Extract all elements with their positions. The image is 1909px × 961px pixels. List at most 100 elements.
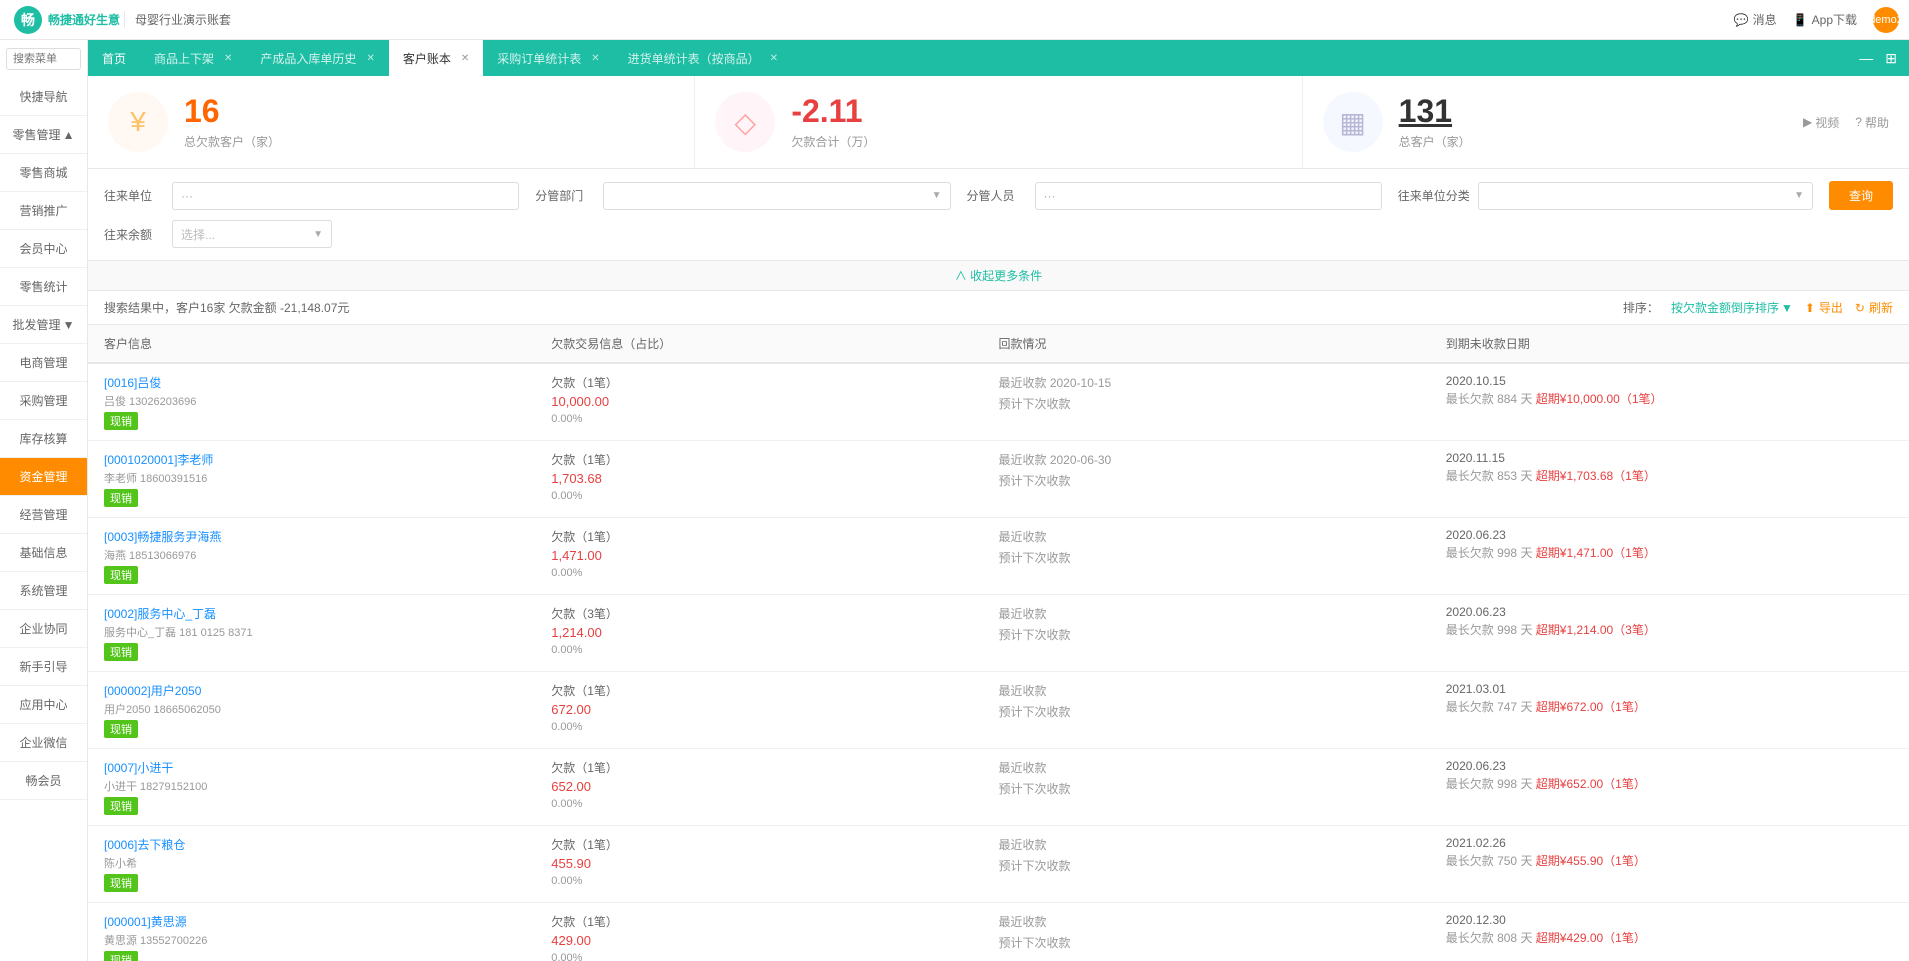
refresh-button[interactable]: ↻ 刷新	[1855, 299, 1893, 316]
debt-amount-7: 429.00	[551, 933, 998, 948]
table-row: [0002]服务中心_丁磊 服务中心_丁磊 181 0125 8371 现销 欠…	[88, 595, 1909, 672]
stat-info-1: 16 总欠款客户（家）	[184, 94, 280, 150]
customer-cell-1: [0001020001]李老师 李老师 18600391516 现销	[104, 451, 551, 507]
filter-input-manager[interactable]	[1035, 182, 1382, 210]
filter-select-unit-category[interactable]: ▼	[1478, 182, 1813, 210]
stat-icon-building: ▦	[1323, 92, 1383, 152]
tab-close-inbound[interactable]: ✕	[770, 53, 778, 64]
filter-branch-dept: 分管部门 ▼	[535, 182, 950, 210]
query-button[interactable]: 查询	[1829, 181, 1893, 210]
tab-purchase-order[interactable]: 采购订单统计表 ✕	[483, 40, 613, 76]
sidebar-item-basic-info[interactable]: 基础信息	[0, 534, 87, 572]
user-profile[interactable]: demo2	[1873, 7, 1899, 33]
content-area: 首页 商品上下架 ✕ 产成品入库单历史 ✕ 客户账本 ✕ 采购订单统计表 ✕	[88, 40, 1909, 961]
export-button[interactable]: ⬆ 导出	[1805, 299, 1843, 316]
customer-name-link-2[interactable]: [0003]畅捷服务尹海燕	[104, 530, 221, 544]
overdue-amount-link-4[interactable]: 超期¥672.00（1笔）	[1536, 700, 1646, 714]
filter-select-branch-dept[interactable]: ▼	[603, 182, 950, 210]
debt-ratio-1: 0.00%	[551, 490, 998, 502]
customer-name-link-1[interactable]: [0001020001]李老师	[104, 453, 213, 467]
collection-cell-0: 最近收款 2020-10-15 预计下次收款	[999, 374, 1446, 412]
filter-input-from-unit[interactable]	[172, 182, 519, 210]
video-link[interactable]: ▶ 视频	[1803, 114, 1839, 131]
tab-close-purchase[interactable]: ✕	[591, 53, 599, 64]
next-collection-4: 预计下次收款	[999, 703, 1446, 720]
stat-card-total-customers: ▦ 131 总客户（家） ▶ 视频 ? 帮助	[1303, 76, 1909, 168]
sidebar-item-operations[interactable]: 经营管理	[0, 496, 87, 534]
message-label: 消息	[1753, 11, 1777, 28]
sidebar-search-area	[0, 40, 87, 78]
customer-name-link-5[interactable]: [0007]小进干	[104, 761, 173, 775]
sort-select[interactable]: 按欠款金额倒序排序 ▼	[1671, 299, 1793, 316]
search-input[interactable]	[6, 48, 81, 70]
sidebar-item-enterprise[interactable]: 企业协同	[0, 610, 87, 648]
overdue-amount-link-7[interactable]: 超期¥429.00（1笔）	[1536, 931, 1646, 945]
customer-name-link-4[interactable]: [000002]用户2050	[104, 684, 201, 698]
tab-products-on-off[interactable]: 商品上下架 ✕	[140, 40, 246, 76]
overdue-amount-link-5[interactable]: 超期¥652.00（1笔）	[1536, 777, 1646, 791]
tab-product-history[interactable]: 产成品入库单历史 ✕	[246, 40, 388, 76]
debt-amount-6: 455.90	[551, 856, 998, 871]
top-bar-right: 💬 消息 📱 App下载 demo2	[1734, 7, 1899, 33]
filter-select-balance[interactable]: 选择... ▼	[172, 220, 332, 248]
overdue-amount-link-3[interactable]: 超期¥1,214.00（3笔）	[1536, 623, 1656, 637]
tab-home[interactable]: 首页	[88, 50, 140, 67]
due-date-5: 2020.06.23	[1446, 759, 1893, 773]
customer-contact-3: 服务中心_丁磊 181 0125 8371	[104, 624, 551, 640]
sidebar-item-retail-mgmt[interactable]: 零售管理 ▲	[0, 116, 87, 154]
overdue-amount-link-1[interactable]: 超期¥1,703.68（1笔）	[1536, 469, 1656, 483]
overdue-cell-4: 2021.03.01 最长欠款 747 天 超期¥672.00（1笔）	[1446, 682, 1893, 715]
sidebar-item-retail-stats[interactable]: 零售统计	[0, 268, 87, 306]
sidebar-item-inventory[interactable]: 库存核算	[0, 420, 87, 458]
collapse-bar[interactable]: ∧ 收起更多条件	[88, 261, 1909, 291]
debt-info-3: 欠款（3笔）	[551, 605, 998, 622]
stat-icon-diamond: ◇	[715, 92, 775, 152]
sidebar-item-vip-member[interactable]: 畅会员	[0, 762, 87, 800]
logo-icon: 畅	[14, 6, 42, 34]
due-date-3: 2020.06.23	[1446, 605, 1893, 619]
customer-name-link-7[interactable]: [000001]黄思源	[104, 915, 187, 929]
sidebar-item-purchase[interactable]: 采购管理	[0, 382, 87, 420]
tab-close-customer[interactable]: ✕	[461, 53, 469, 64]
overdue-amount-link-2[interactable]: 超期¥1,471.00（1笔）	[1536, 546, 1656, 560]
overdue-amount-link-6[interactable]: 超期¥455.90（1笔）	[1536, 854, 1646, 868]
debt-ratio-5: 0.00%	[551, 798, 998, 810]
app-download-button[interactable]: 📱 App下载	[1793, 11, 1857, 28]
next-collection-2: 预计下次收款	[999, 549, 1446, 566]
filter-balance-range: 往来余额 选择... ▼	[104, 220, 364, 248]
tab-minimize-btn[interactable]: —	[1855, 48, 1877, 68]
sidebar-item-enterprise-wechat[interactable]: 企业微信	[0, 724, 87, 762]
tab-close-products[interactable]: ✕	[224, 53, 232, 64]
tab-customer-account[interactable]: 客户账本 ✕	[389, 40, 483, 76]
filter-from-unit: 往来单位	[104, 182, 519, 210]
tab-close-history[interactable]: ✕	[366, 53, 374, 64]
sidebar-item-new-guide[interactable]: 新手引导	[0, 648, 87, 686]
sidebar-item-finance[interactable]: 资金管理	[0, 458, 87, 496]
help-link[interactable]: ? 帮助	[1855, 114, 1889, 131]
sidebar-item-quick-nav[interactable]: 快捷导航	[0, 78, 87, 116]
customer-name-link-6[interactable]: [0006]去下粮仓	[104, 838, 185, 852]
overdue-cell-6: 2021.02.26 最长欠款 750 天 超期¥455.90（1笔）	[1446, 836, 1893, 869]
sidebar-item-marketing[interactable]: 营销推广	[0, 192, 87, 230]
collection-cell-5: 最近收款 预计下次收款	[999, 759, 1446, 797]
customer-name-link-0[interactable]: [0016]吕俊	[104, 376, 161, 390]
sidebar-item-batch-mgmt[interactable]: 批发管理 ▼	[0, 306, 87, 344]
sidebar-item-ecommerce[interactable]: 电商管理	[0, 344, 87, 382]
top-bar: 畅 畅捷通好生意 母婴行业演示账套 💬 消息 📱 App下载 demo2	[0, 0, 1909, 40]
message-button[interactable]: 💬 消息	[1734, 11, 1777, 28]
stat-info-3: 131 总客户（家）	[1399, 94, 1471, 150]
chevron-icon-2: ▼	[63, 318, 75, 332]
customer-tag-6: 现销	[104, 874, 138, 892]
sidebar-item-system[interactable]: 系统管理	[0, 572, 87, 610]
customer-name-link-3[interactable]: [0002]服务中心_丁磊	[104, 607, 216, 621]
customer-contact-0: 吕俊 13026203696	[104, 393, 551, 409]
tab-maximize-btn[interactable]: ⊞	[1881, 48, 1901, 69]
sidebar-item-retail-store[interactable]: 零售商城	[0, 154, 87, 192]
chevron-down-icon-3: ▼	[313, 229, 323, 240]
sidebar-item-member-center[interactable]: 会员中心	[0, 230, 87, 268]
customer-cell-5: [0007]小进干 小进干 18279152100 现销	[104, 759, 551, 815]
overdue-amount-link-0[interactable]: 超期¥10,000.00（1笔）	[1536, 392, 1663, 406]
tab-inbound-stats[interactable]: 进货单统计表（按商品） ✕	[614, 40, 792, 76]
sidebar-item-app-center[interactable]: 应用中心	[0, 686, 87, 724]
recent-collection-6: 最近收款	[999, 836, 1446, 853]
